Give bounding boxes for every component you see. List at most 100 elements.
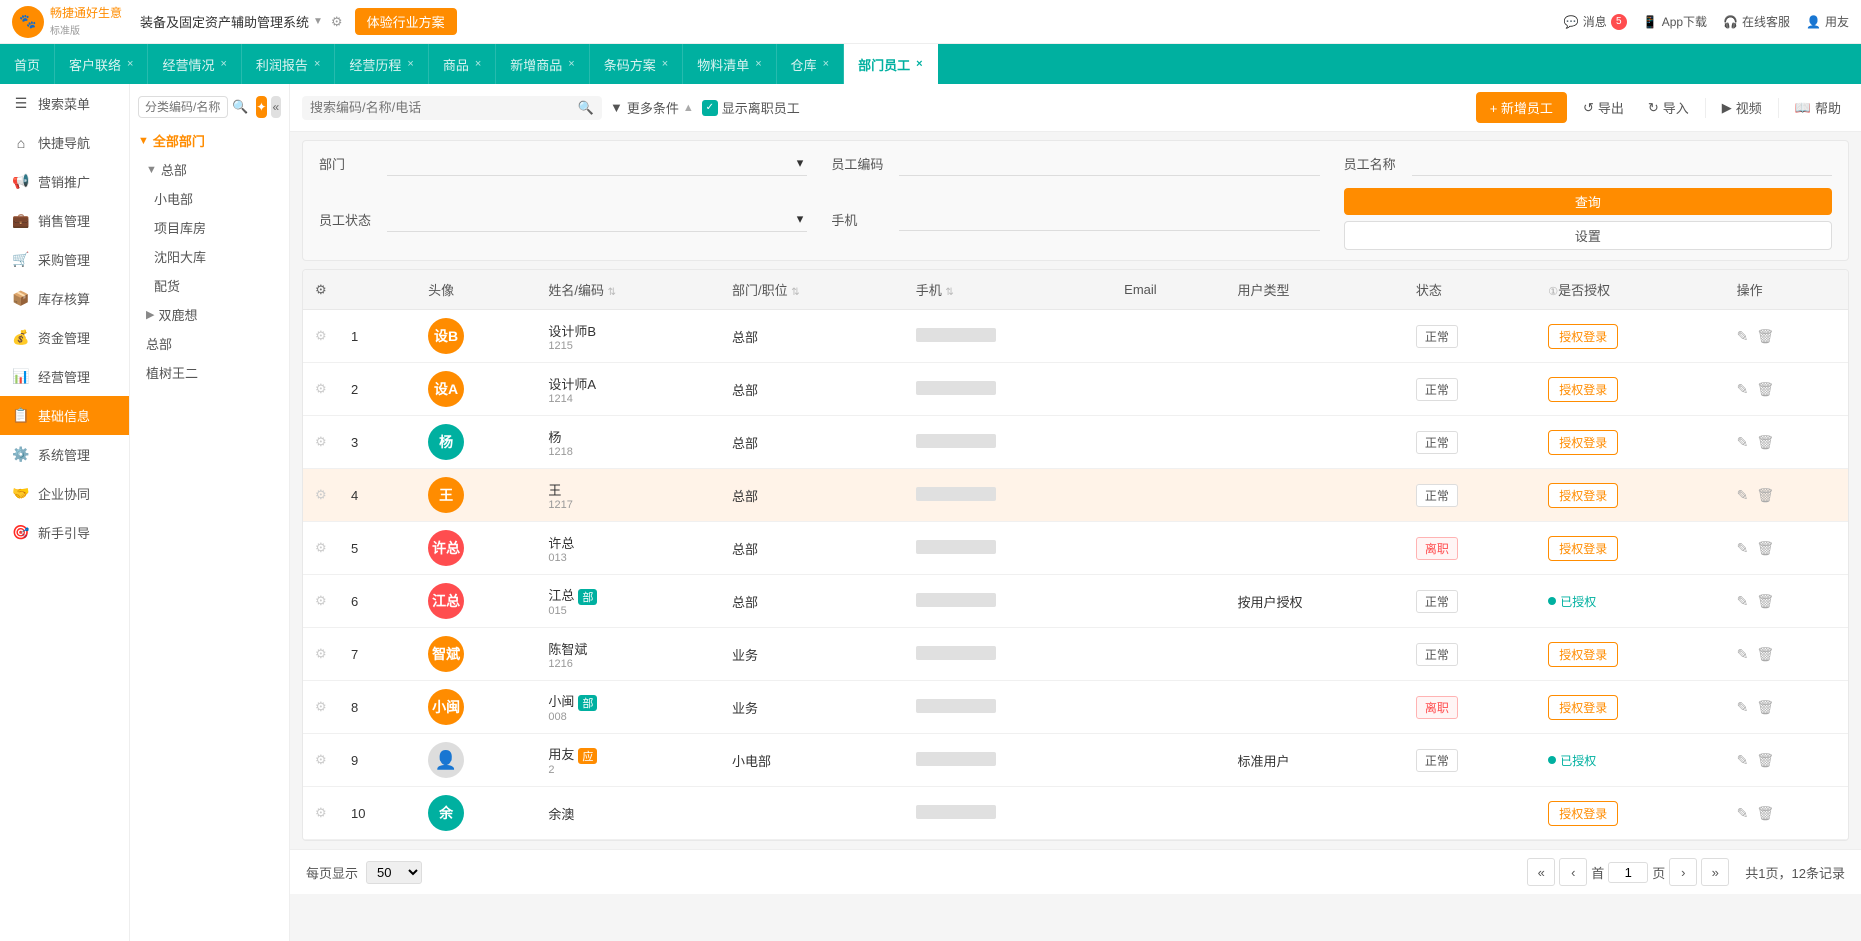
tab-goods[interactable]: 商品 × (429, 44, 496, 84)
row-gear-icon[interactable]: ⚙ (315, 328, 327, 343)
sidebar-item-inventory[interactable]: 📦 库存核算 (0, 279, 129, 318)
delete-icon[interactable]: 🗑 (1756, 434, 1774, 451)
edit-icon[interactable]: ✎ (1737, 487, 1749, 504)
online-service-btn[interactable]: 🎧 在线客服 (1723, 13, 1790, 30)
sidebar-item-sales[interactable]: 💼 销售管理 (0, 201, 129, 240)
add-employee-btn[interactable]: + 新增员工 (1476, 92, 1567, 123)
system-dropdown-arrow[interactable]: ▼ (313, 16, 323, 27)
sidebar-item-marketing[interactable]: 📢 营销推广 (0, 162, 129, 201)
show-resign-checkbox[interactable]: ✓ (702, 100, 718, 116)
auth-login-btn[interactable]: 授权登录 (1548, 430, 1618, 455)
view-btn[interactable]: ▶ 视频 (1714, 94, 1770, 121)
tab-warehouse[interactable]: 仓库 × (777, 44, 844, 84)
next-page-btn[interactable]: › (1669, 858, 1697, 886)
page-number-input[interactable] (1608, 862, 1648, 883)
delete-icon[interactable]: 🗑 (1756, 593, 1774, 610)
dept-search-input[interactable] (138, 96, 228, 118)
tab-profit[interactable]: 利润报告 × (242, 44, 335, 84)
auth-login-btn[interactable]: 授权登录 (1548, 483, 1618, 508)
search-icon[interactable]: 🔍 (578, 100, 594, 116)
row-gear-icon[interactable]: ⚙ (315, 752, 327, 767)
query-btn[interactable]: 查询 (1344, 188, 1832, 215)
dept-shuanglu[interactable]: ▶ 双鹿想 (130, 300, 289, 329)
edit-icon[interactable]: ✎ (1737, 593, 1749, 610)
tab-barcode[interactable]: 条码方案 × (590, 44, 683, 84)
filter-emp-name-input[interactable] (1412, 152, 1832, 176)
row-gear-icon[interactable]: ⚙ (315, 434, 327, 449)
user-btn[interactable]: 👤 用友 (1806, 13, 1849, 30)
delete-icon[interactable]: 🗑 (1756, 699, 1774, 716)
col-dept[interactable]: 部门/职位 ⇅ (720, 270, 904, 310)
filter-emp-status-select[interactable]: ▾ (387, 207, 807, 232)
col-name[interactable]: 姓名/编码 ⇅ (536, 270, 720, 310)
auth-login-btn[interactable]: 授权登录 (1548, 324, 1618, 349)
tab-home[interactable]: 首页 (0, 44, 55, 84)
sidebar-item-collab[interactable]: 🤝 企业协同 (0, 474, 129, 513)
gear-icon[interactable]: ⚙ (315, 282, 327, 297)
prev-page-btn[interactable]: ‹ (1559, 858, 1587, 886)
tab-add-goods[interactable]: 新增商品 × (496, 44, 589, 84)
sidebar-item-system[interactable]: ⚙️ 系统管理 (0, 435, 129, 474)
delete-icon[interactable]: 🗑 (1756, 487, 1774, 504)
edit-icon[interactable]: ✎ (1737, 646, 1749, 663)
tab-bom[interactable]: 物料清单 × (683, 44, 776, 84)
filter-dept-select[interactable]: ▾ (387, 151, 807, 176)
trial-button[interactable]: 体验行业方案 (355, 8, 457, 35)
sidebar-item-basic[interactable]: 📋 基础信息 (0, 396, 129, 435)
dept-headquarters[interactable]: ▼ 总部 (130, 155, 289, 184)
auth-login-btn[interactable]: 授权登录 (1548, 695, 1618, 720)
search-input[interactable] (310, 100, 574, 115)
col-phone[interactable]: 手机 ⇅ (904, 270, 1112, 310)
filter-emp-code-input[interactable] (899, 152, 1319, 176)
filter-phone-input[interactable] (899, 207, 1319, 231)
reset-btn[interactable]: 设置 (1344, 221, 1832, 250)
dept-hq2[interactable]: 总部 (130, 329, 289, 358)
dept-small-elec[interactable]: 小电部 (130, 184, 289, 213)
delete-icon[interactable]: 🗑 (1756, 752, 1774, 769)
edit-icon[interactable]: ✎ (1737, 328, 1749, 345)
first-page-btn[interactable]: « (1527, 858, 1555, 886)
delete-icon[interactable]: 🗑 (1756, 540, 1774, 557)
sidebar-item-search[interactable]: ☰ 搜索菜单 (0, 84, 129, 123)
dept-add-btn[interactable]: ✦ (256, 96, 266, 118)
delete-icon[interactable]: 🗑 (1756, 381, 1774, 398)
row-gear-icon[interactable]: ⚙ (315, 646, 327, 661)
auth-login-btn[interactable]: 授权登录 (1548, 801, 1618, 826)
tab-customer[interactable]: 客户联络 × (55, 44, 148, 84)
tab-operation[interactable]: 经营情况 × (148, 44, 241, 84)
dept-zhishu[interactable]: 植树王二 (130, 358, 289, 387)
edit-icon[interactable]: ✎ (1737, 434, 1749, 451)
sidebar-item-business[interactable]: 📊 经营管理 (0, 357, 129, 396)
row-gear-icon[interactable]: ⚙ (315, 593, 327, 608)
row-gear-icon[interactable]: ⚙ (315, 699, 327, 714)
row-gear-icon[interactable]: ⚙ (315, 487, 327, 502)
sidebar-item-guide[interactable]: 🎯 新手引导 (0, 513, 129, 552)
row-gear-icon[interactable]: ⚙ (315, 805, 327, 820)
sidebar-item-nav[interactable]: ⌂ 快捷导航 (0, 123, 129, 162)
delete-icon[interactable]: 🗑 (1756, 328, 1774, 345)
page-size-select[interactable]: 50 100 200 (366, 861, 422, 884)
dept-search-icon[interactable]: 🔍 (232, 99, 248, 115)
delete-icon[interactable]: 🗑 (1756, 646, 1774, 663)
auth-login-btn[interactable]: 授权登录 (1548, 536, 1618, 561)
edit-icon[interactable]: ✎ (1737, 699, 1749, 716)
auth-login-btn[interactable]: 授权登录 (1548, 642, 1618, 667)
tab-history[interactable]: 经营历程 × (335, 44, 428, 84)
message-btn[interactable]: 💬 消息 5 (1564, 13, 1627, 30)
dept-collapse-btn[interactable]: « (271, 96, 281, 118)
import-btn[interactable]: ↻ 导入 (1640, 94, 1697, 121)
dept-project-room[interactable]: 项目库房 (130, 213, 289, 242)
edit-icon[interactable]: ✎ (1737, 752, 1749, 769)
last-page-btn[interactable]: » (1701, 858, 1729, 886)
col-settings[interactable]: ⚙ (303, 270, 339, 310)
edit-icon[interactable]: ✎ (1737, 381, 1749, 398)
tab-dept-employee[interactable]: 部门员工 × (844, 44, 937, 84)
row-gear-icon[interactable]: ⚙ (315, 540, 327, 555)
edit-icon[interactable]: ✎ (1737, 805, 1749, 822)
dept-distribution[interactable]: 配货 (130, 271, 289, 300)
delete-icon[interactable]: 🗑 (1756, 805, 1774, 822)
row-gear-icon[interactable]: ⚙ (315, 381, 327, 396)
sidebar-item-finance[interactable]: 💰 资金管理 (0, 318, 129, 357)
help-btn[interactable]: 📖 帮助 (1787, 94, 1849, 121)
dept-all[interactable]: ▼ 全部部门 (130, 126, 289, 155)
